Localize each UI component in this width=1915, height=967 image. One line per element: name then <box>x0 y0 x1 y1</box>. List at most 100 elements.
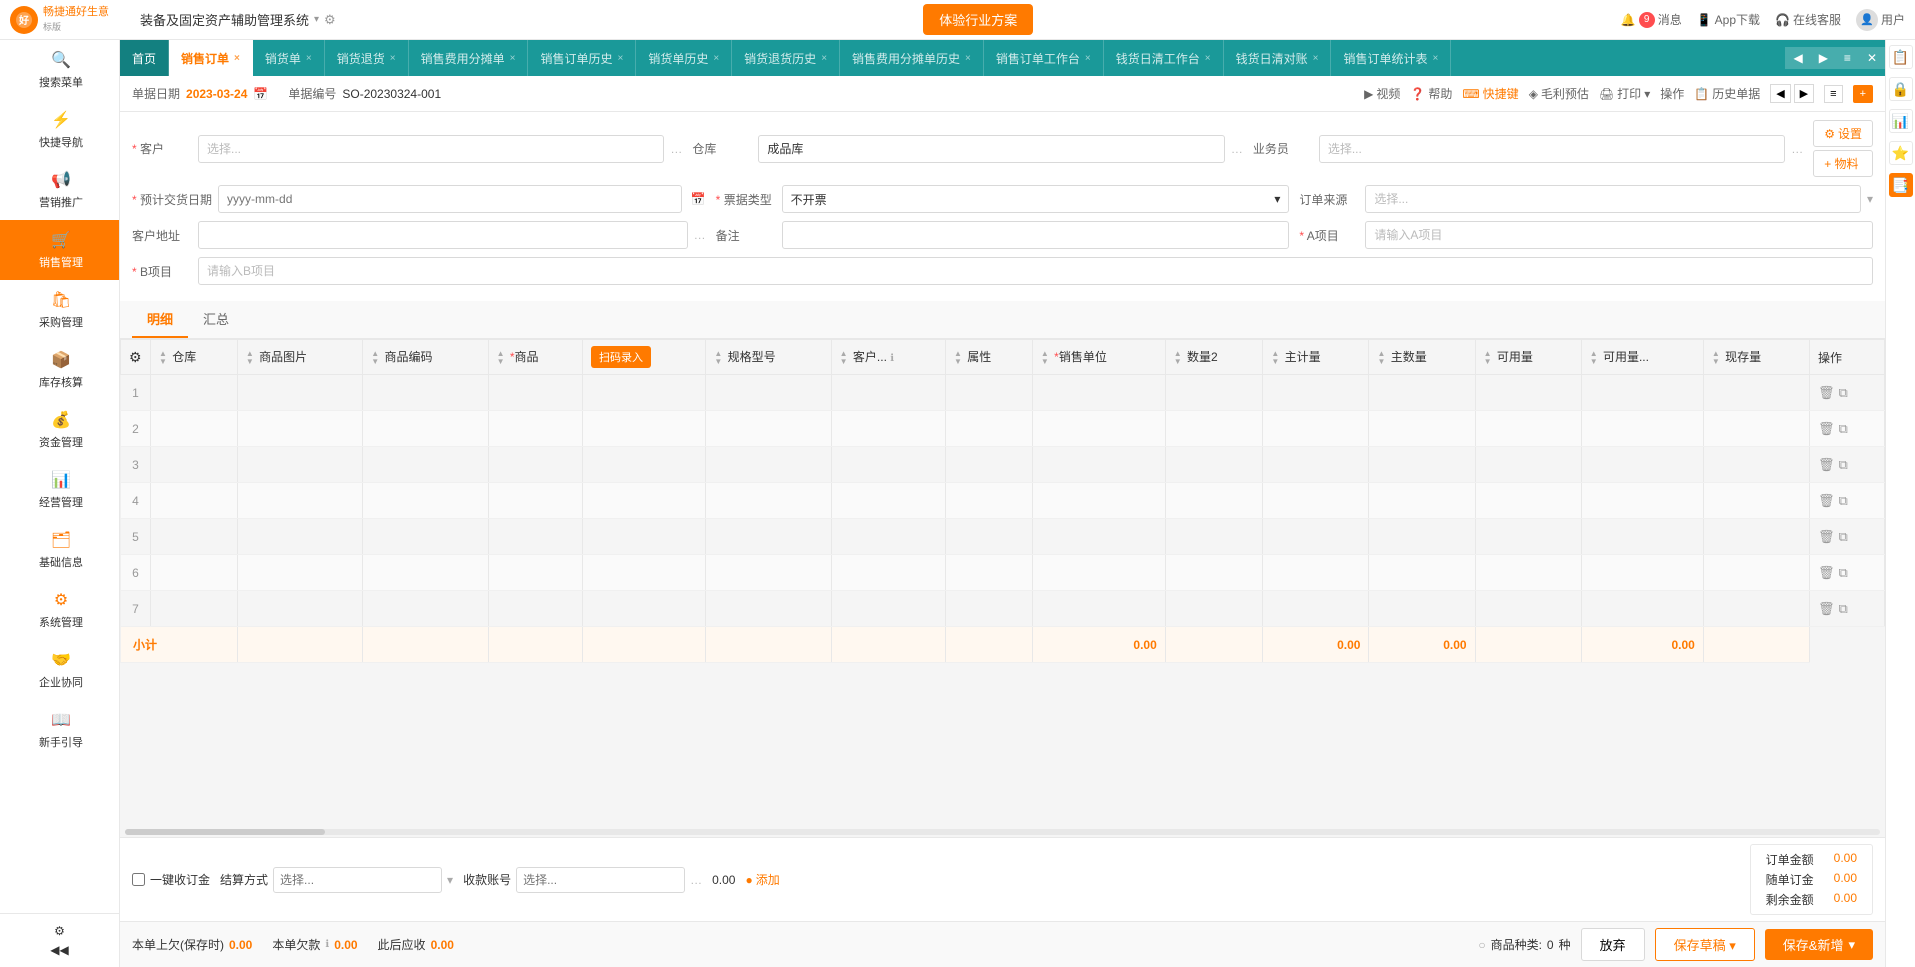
row-7-customer-code[interactable] <box>831 591 945 627</box>
row-5-scan[interactable] <box>583 519 706 555</box>
row-3-main-quantity[interactable] <box>1369 447 1475 483</box>
tab-daily-reconcile-close[interactable]: × <box>1313 53 1319 64</box>
row-1-scan[interactable] <box>583 375 706 411</box>
row-2-customer-code[interactable] <box>831 411 945 447</box>
sidebar-item-enterprise[interactable]: 🤝 企业协同 <box>0 640 119 700</box>
row-2-sales-unit[interactable] <box>1032 411 1165 447</box>
sidebar-item-management[interactable]: 📊 经营管理 <box>0 460 119 520</box>
row-7-available1[interactable] <box>1475 591 1581 627</box>
row-6-product-code[interactable] <box>363 555 488 591</box>
tab-sales-return[interactable]: 销货退货 × <box>325 40 409 76</box>
row-2-quantity2[interactable] <box>1165 411 1263 447</box>
row-1-main-quantity[interactable] <box>1369 375 1475 411</box>
invoice-type-select[interactable]: 不开票 ▾ <box>782 185 1290 213</box>
row-2-product-image[interactable] <box>237 411 362 447</box>
table-scrollbar[interactable] <box>120 827 1885 837</box>
row-6-stock[interactable] <box>1703 555 1809 591</box>
row-2-attributes[interactable] <box>946 411 1033 447</box>
row-7-product-name[interactable] <box>488 591 582 627</box>
row-2-spec[interactable] <box>706 411 831 447</box>
tab-menu-button[interactable]: ≡ <box>1836 47 1859 69</box>
table-scroll-area[interactable]: ⚙ ▲▼ 仓库 ▲▼ 商品图片 <box>120 339 1885 827</box>
row-7-scan[interactable] <box>583 591 706 627</box>
row-1-stock[interactable] <box>1703 375 1809 411</box>
row-4-product-name[interactable] <box>488 483 582 519</box>
tab-sales-return-close[interactable]: × <box>390 53 396 64</box>
history-button[interactable]: 📋 历史单据 <box>1694 85 1760 102</box>
row-5-stock[interactable] <box>1703 519 1809 555</box>
row-3-available2[interactable] <box>1581 447 1703 483</box>
row-3-sales-unit[interactable] <box>1032 447 1165 483</box>
help-button[interactable]: ❓ 帮助 <box>1410 85 1452 102</box>
row-7-product-image[interactable] <box>237 591 362 627</box>
row-2-available1[interactable] <box>1475 411 1581 447</box>
row-1-quantity2[interactable] <box>1165 375 1263 411</box>
row-6-customer-code[interactable] <box>831 555 945 591</box>
shortcuts-button[interactable]: ⌨ 快捷键 <box>1462 85 1518 102</box>
table-header-warehouse[interactable]: ▲▼ 仓库 <box>151 340 238 375</box>
tab-sales-invoice-close[interactable]: × <box>306 53 312 64</box>
row-4-copy-button[interactable]: ⧉ <box>1838 493 1847 509</box>
doc-next-button[interactable]: ▶ <box>1794 84 1814 103</box>
table-header-customer-code[interactable]: ▲▼ 客户... ℹ <box>831 340 945 375</box>
row-3-stock[interactable] <box>1703 447 1809 483</box>
row-4-attributes[interactable] <box>946 483 1033 519</box>
tab-close-all-button[interactable]: ✕ <box>1859 47 1885 69</box>
project-a-input[interactable] <box>1365 221 1873 249</box>
row-4-delete-button[interactable]: 🗑 <box>1818 493 1835 509</box>
row-3-copy-button[interactable]: ⧉ <box>1838 457 1847 473</box>
row-5-warehouse[interactable] <box>151 519 238 555</box>
customer-dots[interactable]: … <box>670 142 682 156</box>
row-4-product-image[interactable] <box>237 483 362 519</box>
tab-invoice-history-close[interactable]: × <box>713 53 719 64</box>
save-draft-button[interactable]: 保存草稿 ▾ <box>1655 928 1755 961</box>
row-1-delete-button[interactable]: 🗑 <box>1818 385 1835 401</box>
table-header-settings[interactable]: ⚙ <box>121 340 151 375</box>
row-1-main-unit[interactable] <box>1263 375 1369 411</box>
row-6-main-unit[interactable] <box>1263 555 1369 591</box>
row-3-main-unit[interactable] <box>1263 447 1369 483</box>
row-4-main-unit[interactable] <box>1263 483 1369 519</box>
footer-add-button[interactable]: ● 添加 <box>745 871 779 888</box>
sidebar-item-inventory[interactable]: 📦 库存核算 <box>0 340 119 400</box>
row-5-product-name[interactable] <box>488 519 582 555</box>
row-1-available2[interactable] <box>1581 375 1703 411</box>
sidebar-item-system[interactable]: ⚙ 系统管理 <box>0 580 119 640</box>
address-dots[interactable]: … <box>694 228 706 242</box>
tab-next-button[interactable]: ▶ <box>1811 47 1836 69</box>
row-6-warehouse[interactable] <box>151 555 238 591</box>
tab-sales-stats-close[interactable]: × <box>1432 53 1438 64</box>
tab-daily-cash[interactable]: 钱货日清工作台 × <box>1104 40 1224 76</box>
row-6-copy-button[interactable]: ⧉ <box>1838 565 1847 581</box>
table-header-main-unit[interactable]: ▲▼ 主计量 <box>1263 340 1369 375</box>
row-6-quantity2[interactable] <box>1165 555 1263 591</box>
row-1-attributes[interactable] <box>946 375 1033 411</box>
right-panel-btn-1[interactable]: 📋 <box>1889 45 1913 69</box>
row-1-spec[interactable] <box>706 375 831 411</box>
row-2-product-name[interactable] <box>488 411 582 447</box>
sidebar-item-sales[interactable]: 🛒 销售管理 <box>0 220 119 280</box>
row-7-quantity2[interactable] <box>1165 591 1263 627</box>
sidebar-item-finance[interactable]: 💰 资金管理 <box>0 400 119 460</box>
row-7-copy-button[interactable]: ⧉ <box>1838 601 1847 617</box>
salesperson-input[interactable] <box>1319 135 1785 163</box>
tab-summary[interactable]: 汇总 <box>188 301 244 338</box>
sidebar-item-basic-info[interactable]: 🗂 基础信息 <box>0 520 119 580</box>
row-5-quantity2[interactable] <box>1165 519 1263 555</box>
calendar2-icon[interactable]: 📅 <box>691 192 706 206</box>
row-3-scan[interactable] <box>583 447 706 483</box>
right-panel-btn-5[interactable]: 📑 <box>1889 173 1913 197</box>
row-6-product-image[interactable] <box>237 555 362 591</box>
table-header-stock[interactable]: ▲▼ 现存量 <box>1703 340 1809 375</box>
row-7-product-code[interactable] <box>363 591 488 627</box>
row-4-product-code[interactable] <box>363 483 488 519</box>
row-6-spec[interactable] <box>706 555 831 591</box>
row-4-warehouse[interactable] <box>151 483 238 519</box>
sidebar-item-marketing[interactable]: 📢 营销推广 <box>0 160 119 220</box>
row-2-available2[interactable] <box>1581 411 1703 447</box>
row-3-delete-button[interactable]: 🗑 <box>1818 457 1835 473</box>
row-1-warehouse[interactable] <box>151 375 238 411</box>
warehouse-input[interactable] <box>758 135 1224 163</box>
row-7-main-quantity[interactable] <box>1369 591 1475 627</box>
row-2-warehouse[interactable] <box>151 411 238 447</box>
